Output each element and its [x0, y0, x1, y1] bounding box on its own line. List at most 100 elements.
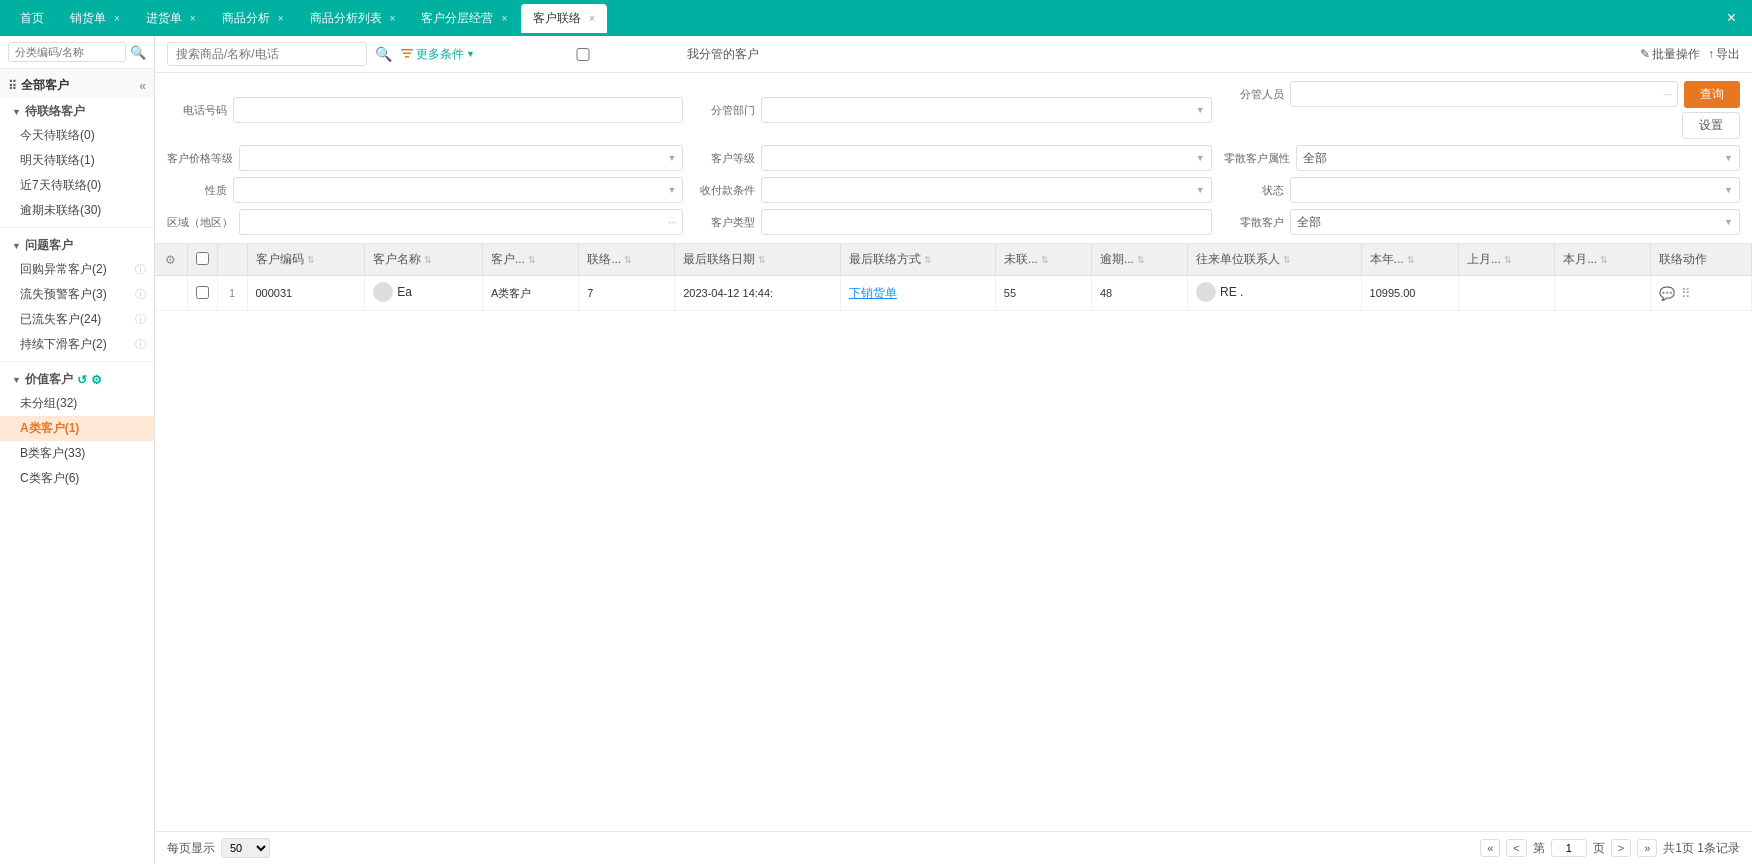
- page-size-select[interactable]: 50 10 20 100: [221, 838, 270, 858]
- sort-icon-contact: ⇅: [624, 255, 632, 265]
- th-name[interactable]: 客户名称⇅: [365, 244, 483, 276]
- close-sales-tab[interactable]: ×: [114, 13, 120, 24]
- th-last-date[interactable]: 最后联络日期⇅: [675, 244, 841, 276]
- nav-tab-goods-analysis[interactable]: 商品分析 ×: [210, 4, 296, 33]
- last-page-button[interactable]: »: [1637, 839, 1657, 857]
- sidebar-item-overdue[interactable]: 逾期未联络(30): [0, 198, 154, 223]
- td-no-contact: 55: [995, 276, 1091, 311]
- filter-row-dept: 分管部门 ▼: [695, 81, 1211, 139]
- page-number-input[interactable]: [1551, 839, 1587, 857]
- dept-select[interactable]: ▼: [761, 97, 1211, 123]
- phone-input[interactable]: [233, 97, 683, 123]
- sidebar-item-loss-warn[interactable]: 流失预警客户(3) ⓘ: [0, 282, 154, 307]
- last-contact-type-link[interactable]: 下销货单: [849, 286, 897, 300]
- sidebar-item-today[interactable]: 今天待联络(0): [0, 123, 154, 148]
- sidebar-collapse-icon[interactable]: «: [139, 79, 146, 93]
- nav-tab-customer-segment[interactable]: 客户分层经营 ×: [409, 4, 519, 33]
- batch-operation-button[interactable]: ✎ 批量操作: [1640, 46, 1700, 63]
- retail-attr-select[interactable]: 全部 ▼: [1296, 145, 1740, 171]
- th-this-year[interactable]: 本年...⇅: [1361, 244, 1458, 276]
- nav-tab-home[interactable]: 首页: [8, 4, 56, 33]
- query-button[interactable]: 查询: [1684, 81, 1740, 108]
- close-goods-list-tab[interactable]: ×: [390, 13, 396, 24]
- advanced-filter: 电话号码 分管部门 ▼ 分管人员 ··· 查: [155, 73, 1752, 244]
- settings-button[interactable]: 设置: [1682, 112, 1740, 139]
- close-segment-tab[interactable]: ×: [501, 13, 507, 24]
- divider-2: [0, 361, 154, 362]
- close-all-tabs[interactable]: ×: [1719, 9, 1744, 27]
- sidebar-search-icon[interactable]: 🔍: [130, 45, 146, 60]
- sort-icon-company: ⇅: [1283, 255, 1291, 265]
- sidebar-item-repeat-abnormal[interactable]: 回购异常客户(2) ⓘ: [0, 257, 154, 282]
- customer-type-input[interactable]: [761, 209, 1211, 235]
- close-contact-tab[interactable]: ×: [589, 13, 595, 24]
- sidebar-item-continue-decline[interactable]: 持续下滑客户(2) ⓘ: [0, 332, 154, 357]
- sidebar-search-input[interactable]: [8, 42, 126, 62]
- th-overdue[interactable]: 逾期...⇅: [1091, 244, 1187, 276]
- th-checkbox: [187, 244, 217, 276]
- row-checkbox[interactable]: [196, 286, 209, 299]
- search-input[interactable]: [167, 42, 367, 66]
- close-goods-tab[interactable]: ×: [278, 13, 284, 24]
- th-num: [217, 244, 247, 276]
- th-category[interactable]: 客户...⇅: [483, 244, 579, 276]
- th-no-contact[interactable]: 未联...⇅: [995, 244, 1091, 276]
- gear-icon[interactable]: ⚙: [165, 253, 176, 267]
- customer-level-select[interactable]: ▼: [761, 145, 1211, 171]
- filter-row-customer-level: 客户等级 ▼: [695, 145, 1211, 171]
- chat-action-icon[interactable]: 💬: [1659, 286, 1675, 301]
- expand-tri-pending: ▼: [12, 107, 21, 117]
- sidebar-item-c-class[interactable]: C类客户(6): [0, 466, 154, 491]
- close-purchase-tab[interactable]: ×: [190, 13, 196, 24]
- customer-table: ⚙ 客户编码⇅ 客户名称⇅ 客户...⇅: [155, 244, 1752, 311]
- sidebar-all-customers[interactable]: ⠿ 全部客户 «: [0, 69, 154, 98]
- th-actions: 联络动作: [1651, 244, 1752, 276]
- th-last-type[interactable]: 最后联络方式⇅: [840, 244, 995, 276]
- sidebar-item-tomorrow[interactable]: 明天待联络(1): [0, 148, 154, 173]
- refresh-icon[interactable]: ↺: [77, 373, 87, 387]
- settings-icon[interactable]: ⚙: [91, 373, 102, 387]
- my-customers-checkbox[interactable]: [483, 48, 683, 61]
- qr-action-icon[interactable]: ⠿: [1681, 286, 1691, 301]
- help-icon-1: ⓘ: [135, 262, 146, 277]
- more-conditions-button[interactable]: 更多条件 ▼: [400, 46, 475, 63]
- th-code[interactable]: 客户编码⇅: [247, 244, 365, 276]
- cust-level-arrow-icon: ▼: [1196, 153, 1205, 163]
- nav-tab-sales[interactable]: 销货单 ×: [58, 4, 132, 33]
- filter-row-phone: 电话号码: [167, 81, 683, 139]
- retail-attr-arrow-icon: ▼: [1724, 153, 1733, 163]
- person-input[interactable]: ···: [1290, 81, 1678, 107]
- th-last-month[interactable]: 上月...⇅: [1459, 244, 1555, 276]
- nav-tab-goods-list[interactable]: 商品分析列表 ×: [298, 4, 408, 33]
- sidebar-section-value: ▼ 价值客户 ↺ ⚙: [0, 366, 154, 391]
- select-all-checkbox[interactable]: [196, 252, 209, 265]
- th-contact-count[interactable]: 联络...⇅: [579, 244, 675, 276]
- price-level-select[interactable]: ▼: [239, 145, 683, 171]
- prev-page-button[interactable]: <: [1506, 839, 1526, 857]
- th-company-contact[interactable]: 往来单位联系人⇅: [1188, 244, 1362, 276]
- sidebar-item-unclassified[interactable]: 未分组(32): [0, 391, 154, 416]
- search-button[interactable]: 🔍: [375, 46, 392, 62]
- contact-name: RE .: [1220, 285, 1243, 299]
- region-dots-icon: ···: [668, 217, 676, 228]
- status-select[interactable]: ▼: [1290, 177, 1740, 203]
- my-customers-filter[interactable]: 我分管的客户: [483, 46, 759, 63]
- nav-tab-customer-contact[interactable]: 客户联络 ×: [521, 4, 607, 33]
- nature-select[interactable]: ▼: [233, 177, 683, 203]
- sidebar-item-a-class[interactable]: A类客户(1): [0, 416, 154, 441]
- retail-select[interactable]: 全部 ▼: [1290, 209, 1740, 235]
- sidebar-item-7days[interactable]: 近7天待联络(0): [0, 173, 154, 198]
- next-page-button[interactable]: >: [1611, 839, 1631, 857]
- region-input[interactable]: ···: [239, 209, 683, 235]
- expand-tri-value: ▼: [12, 375, 21, 385]
- sidebar-item-b-class[interactable]: B类客户(33): [0, 441, 154, 466]
- nav-tab-purchase[interactable]: 进货单 ×: [134, 4, 208, 33]
- first-page-button[interactable]: «: [1480, 839, 1500, 857]
- retail-arrow-icon: ▼: [1724, 217, 1733, 227]
- person-dots-icon: ···: [1663, 89, 1671, 100]
- sidebar-item-lost[interactable]: 已流失客户(24) ⓘ: [0, 307, 154, 332]
- batch-icon: ✎: [1640, 47, 1650, 61]
- export-button[interactable]: ↑ 导出: [1708, 46, 1740, 63]
- th-this-month[interactable]: 本月...⇅: [1555, 244, 1651, 276]
- payment-select[interactable]: ▼: [761, 177, 1211, 203]
